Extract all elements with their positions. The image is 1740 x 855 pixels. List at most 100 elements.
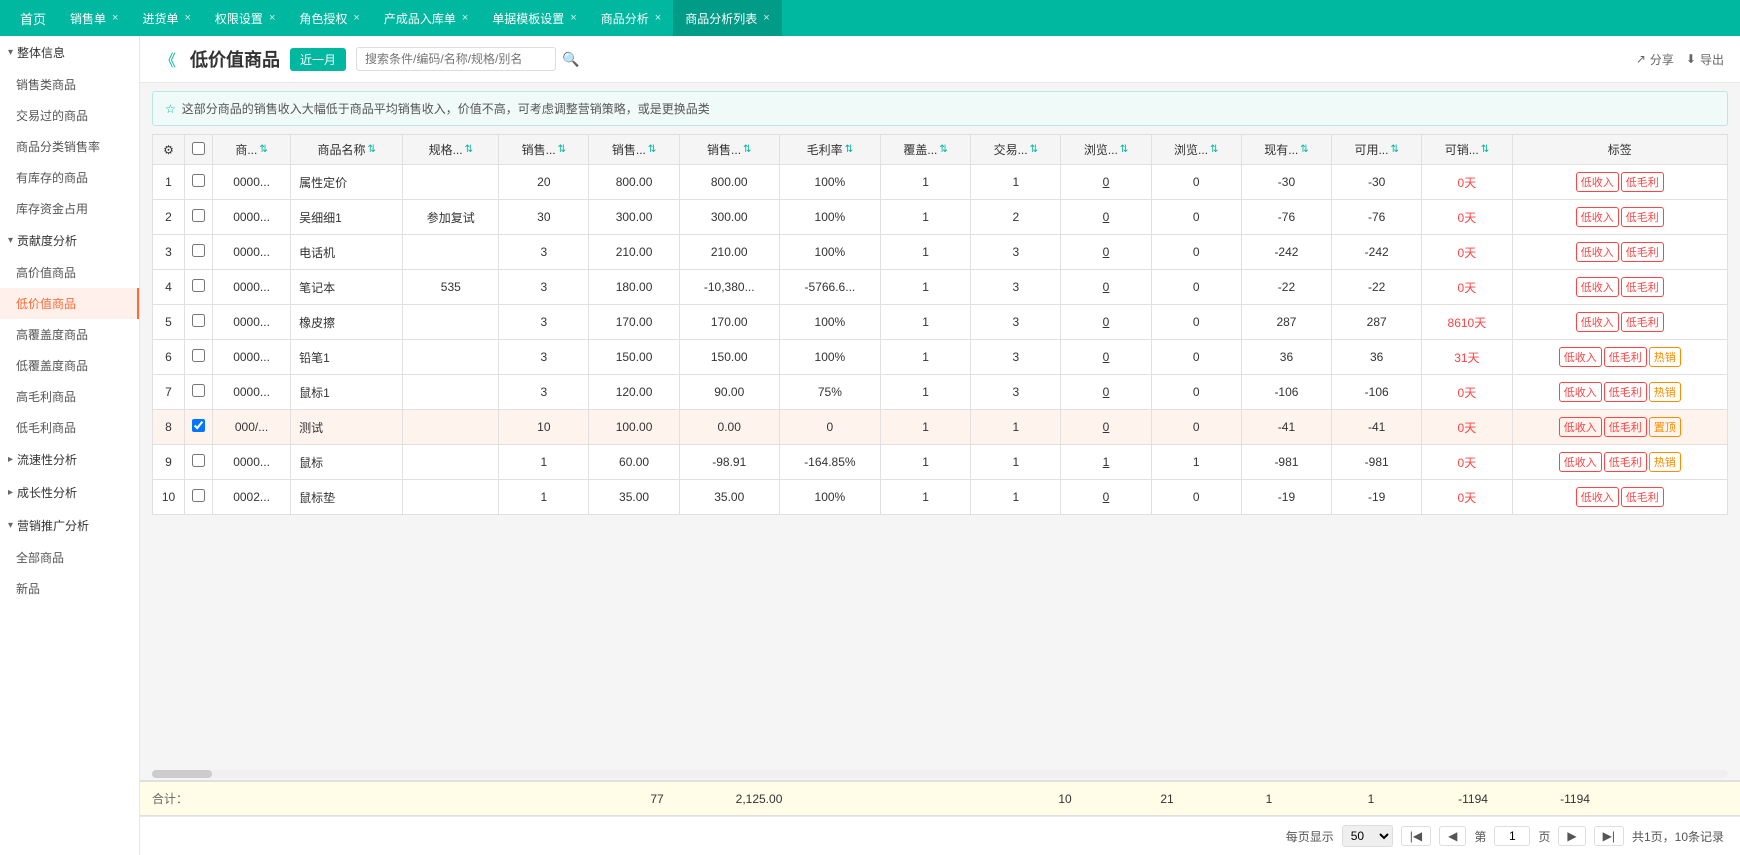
scrollbar-thumb[interactable] bbox=[152, 770, 212, 778]
prev-page-btn[interactable]: ◀ bbox=[1439, 826, 1466, 846]
nav-home[interactable]: 首页 bbox=[8, 0, 58, 36]
search-input[interactable] bbox=[356, 47, 556, 71]
horizontal-scrollbar[interactable] bbox=[152, 770, 1728, 778]
col-current-stock[interactable]: 现有...⇅ bbox=[1241, 135, 1331, 165]
cell-browse1[interactable]: 1 bbox=[1061, 445, 1151, 480]
nav-product-in[interactable]: 产成品入库单× bbox=[372, 0, 480, 36]
table-row: 2 0000... 吴细细1 参加复试 30 300.00 300.00 100… bbox=[153, 200, 1728, 235]
col-sales-x[interactable]: 销售...⇅ bbox=[679, 135, 779, 165]
cell-check[interactable] bbox=[185, 235, 213, 270]
nav-template[interactable]: 单据模板设置× bbox=[480, 0, 588, 36]
row-checkbox[interactable] bbox=[192, 454, 205, 467]
cell-available: -30 bbox=[1332, 165, 1422, 200]
cell-browse1[interactable]: 0 bbox=[1061, 235, 1151, 270]
col-available[interactable]: 可用...⇅ bbox=[1332, 135, 1422, 165]
col-sales-qty[interactable]: 销售...⇅ bbox=[499, 135, 589, 165]
cell-check[interactable] bbox=[185, 200, 213, 235]
sidebar: ▾整体信息 销售类商品 交易过的商品 商品分类销售率 有库存的商品 库存资金占用… bbox=[0, 36, 140, 855]
collapse-sidebar-btn[interactable]: 《 bbox=[156, 47, 180, 71]
export-button[interactable]: ⬇ 导出 bbox=[1686, 51, 1724, 68]
nav-role[interactable]: 角色授权× bbox=[287, 0, 371, 36]
col-browse1[interactable]: 浏览...⇅ bbox=[1061, 135, 1151, 165]
nav-sales[interactable]: 销售单× bbox=[58, 0, 130, 36]
nav-analysis-list[interactable]: 商品分析列表× bbox=[673, 0, 781, 36]
cell-check[interactable] bbox=[185, 340, 213, 375]
cell-browse1[interactable]: 0 bbox=[1061, 165, 1151, 200]
row-checkbox[interactable] bbox=[192, 384, 205, 397]
row-checkbox[interactable] bbox=[192, 209, 205, 222]
sidebar-item-low-coverage[interactable]: 低覆盖度商品 bbox=[0, 350, 139, 381]
cell-check[interactable] bbox=[185, 305, 213, 340]
col-spec[interactable]: 规格...⇅ bbox=[403, 135, 499, 165]
col-sellable[interactable]: 可销...⇅ bbox=[1422, 135, 1512, 165]
row-checkbox[interactable] bbox=[192, 419, 205, 432]
table-row: 3 0000... 电话机 3 210.00 210.00 100% 1 3 0… bbox=[153, 235, 1728, 270]
cell-check[interactable] bbox=[185, 270, 213, 305]
sidebar-item-low-value[interactable]: 低价值商品 bbox=[0, 288, 139, 319]
cell-browse1[interactable]: 0 bbox=[1061, 305, 1151, 340]
sidebar-group-velocity[interactable]: ▸流速性分析 bbox=[0, 443, 139, 476]
total-spacer1 bbox=[198, 792, 300, 806]
tag: 低收入 bbox=[1559, 417, 1602, 437]
row-checkbox[interactable] bbox=[192, 244, 205, 257]
cell-browse1[interactable]: 0 bbox=[1061, 270, 1151, 305]
last-page-btn[interactable]: ▶| bbox=[1594, 826, 1624, 846]
page-number-input[interactable] bbox=[1494, 826, 1530, 846]
col-coverage[interactable]: 覆盖...⇅ bbox=[880, 135, 970, 165]
sidebar-item-low-margin[interactable]: 低毛利商品 bbox=[0, 412, 139, 443]
col-browse2[interactable]: 浏览...⇅ bbox=[1151, 135, 1241, 165]
row-checkbox[interactable] bbox=[192, 349, 205, 362]
sidebar-item-high-margin[interactable]: 高毛利商品 bbox=[0, 381, 139, 412]
sidebar-item-new-products[interactable]: 新品 bbox=[0, 573, 139, 604]
row-checkbox[interactable] bbox=[192, 489, 205, 502]
sidebar-item-all-products[interactable]: 全部商品 bbox=[0, 542, 139, 573]
col-checkbox[interactable] bbox=[185, 135, 213, 165]
first-page-btn[interactable]: |◀ bbox=[1401, 826, 1431, 846]
sidebar-item-traded[interactable]: 交易过的商品 bbox=[0, 100, 139, 131]
cell-browse1[interactable]: 0 bbox=[1061, 200, 1151, 235]
cell-browse1[interactable]: 0 bbox=[1061, 480, 1151, 515]
sidebar-item-stock-fund[interactable]: 库存资金占用 bbox=[0, 193, 139, 224]
cell-spec bbox=[403, 165, 499, 200]
share-button[interactable]: ↗ 分享 bbox=[1636, 51, 1674, 68]
row-checkbox[interactable] bbox=[192, 314, 205, 327]
col-name[interactable]: 商品名称⇅ bbox=[291, 135, 403, 165]
cell-available: -981 bbox=[1332, 445, 1422, 480]
nav-analysis[interactable]: 商品分析× bbox=[589, 0, 673, 36]
row-checkbox[interactable] bbox=[192, 279, 205, 292]
cell-check[interactable] bbox=[185, 445, 213, 480]
sidebar-group-marketing[interactable]: ▾营销推广分析 bbox=[0, 509, 139, 542]
col-settings[interactable]: ⚙ bbox=[153, 135, 185, 165]
search-button[interactable]: 🔍 bbox=[562, 51, 579, 68]
col-sales-amt[interactable]: 销售...⇅ bbox=[589, 135, 679, 165]
cell-check[interactable] bbox=[185, 165, 213, 200]
cell-check[interactable] bbox=[185, 410, 213, 445]
nav-purchase[interactable]: 进货单× bbox=[130, 0, 202, 36]
sidebar-group-overall[interactable]: ▾整体信息 bbox=[0, 36, 139, 69]
select-all-checkbox[interactable] bbox=[192, 142, 205, 155]
cell-check[interactable] bbox=[185, 375, 213, 410]
col-gross-rate[interactable]: 毛利率⇅ bbox=[779, 135, 880, 165]
cell-browse1[interactable]: 0 bbox=[1061, 340, 1151, 375]
cell-browse1[interactable]: 0 bbox=[1061, 375, 1151, 410]
page-size-select[interactable]: 50 100 200 bbox=[1342, 825, 1393, 847]
sidebar-item-sales-category[interactable]: 销售类商品 bbox=[0, 69, 139, 100]
col-trade[interactable]: 交易...⇅ bbox=[971, 135, 1061, 165]
sidebar-item-has-stock[interactable]: 有库存的商品 bbox=[0, 162, 139, 193]
col-code[interactable]: 商...⇅ bbox=[213, 135, 291, 165]
next-page-btn[interactable]: ▶ bbox=[1558, 826, 1585, 846]
cell-index: 10 bbox=[153, 480, 185, 515]
cell-code: 000/... bbox=[213, 410, 291, 445]
sidebar-item-high-value[interactable]: 高价值商品 bbox=[0, 257, 139, 288]
cell-name: 属性定价 bbox=[291, 165, 403, 200]
cell-check[interactable] bbox=[185, 480, 213, 515]
sidebar-group-growth[interactable]: ▸成长性分析 bbox=[0, 476, 139, 509]
nav-permission[interactable]: 权限设置× bbox=[203, 0, 287, 36]
sidebar-item-category-rate[interactable]: 商品分类销售率 bbox=[0, 131, 139, 162]
row-checkbox[interactable] bbox=[192, 174, 205, 187]
sidebar-item-high-coverage[interactable]: 高覆盖度商品 bbox=[0, 319, 139, 350]
cell-browse1[interactable]: 0 bbox=[1061, 410, 1151, 445]
cell-gross-rate: 100% bbox=[779, 480, 880, 515]
sidebar-group-contribution[interactable]: ▾贡献度分析 bbox=[0, 224, 139, 257]
filter-recent-month[interactable]: 近一月 bbox=[290, 48, 346, 71]
